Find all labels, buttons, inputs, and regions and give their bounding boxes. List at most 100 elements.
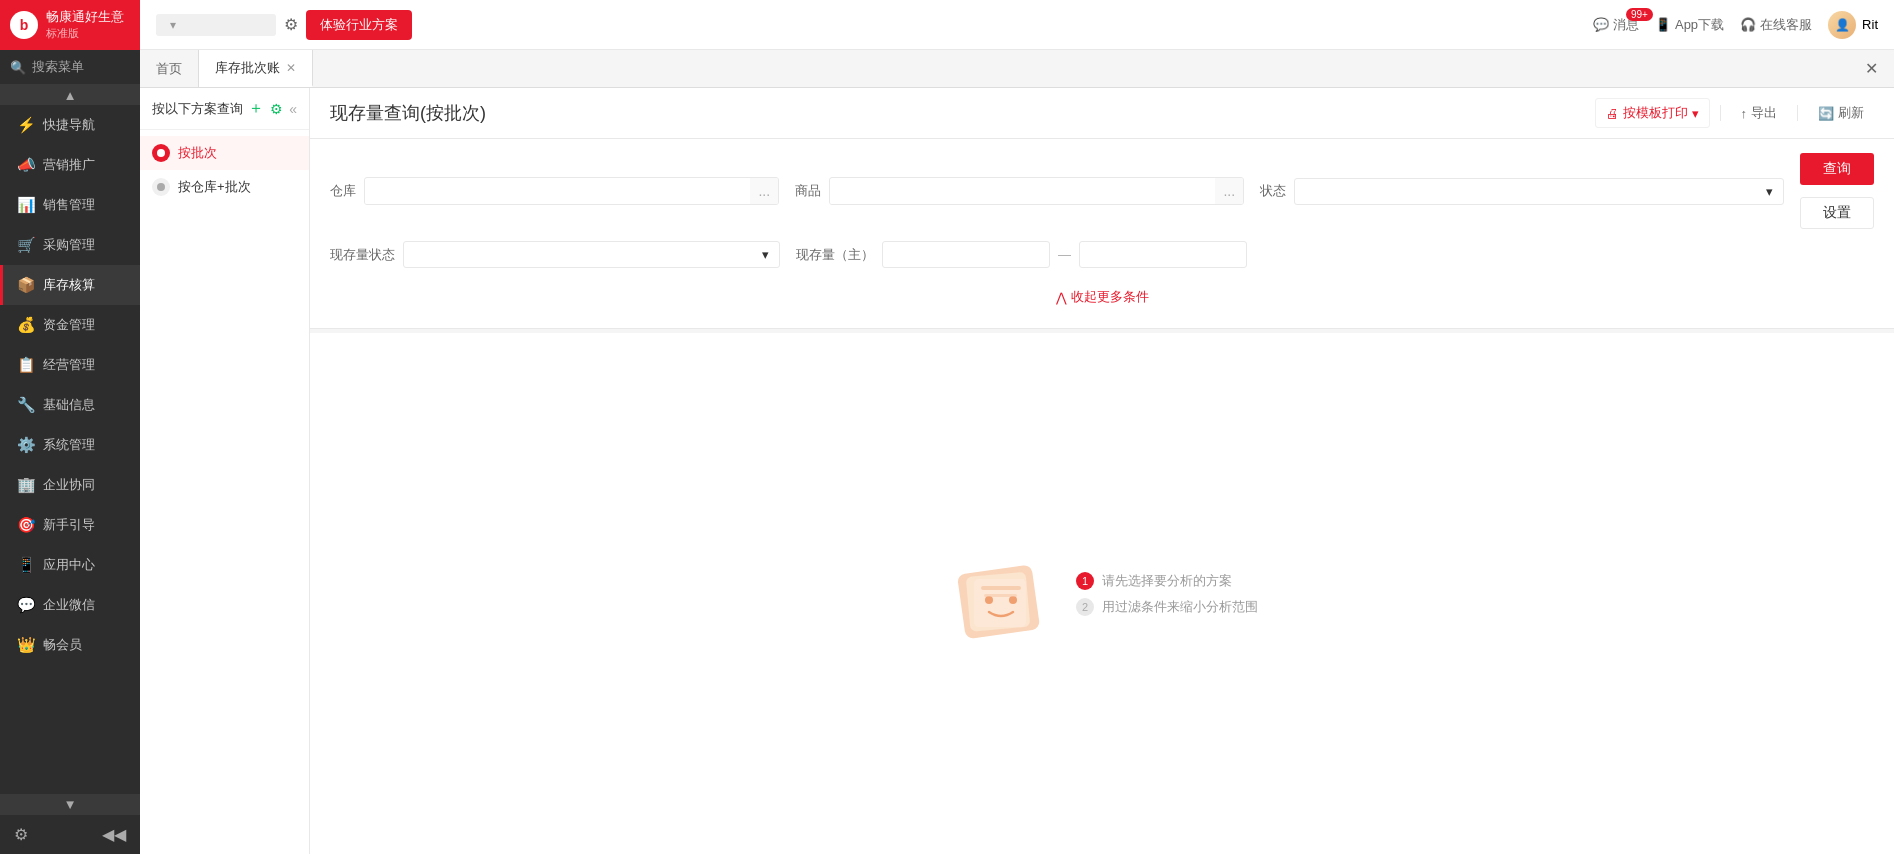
phone-icon: 📱 xyxy=(1655,17,1671,32)
sidebar-item-basic[interactable]: 🔧 基础信息 xyxy=(0,385,140,425)
search-icon: 🔍 xyxy=(10,60,26,75)
sidebar-header: b 畅康通好生意 标准版 xyxy=(0,0,140,50)
message-btn[interactable]: 💬 消息 99+ xyxy=(1593,16,1639,34)
inventory-qty-to[interactable] xyxy=(1079,241,1247,268)
filter-row-2: 现存量状态 ▾ 现存量（主） — xyxy=(330,241,1874,268)
svg-rect-7 xyxy=(981,586,1021,590)
scheme-active-indicator xyxy=(152,144,170,162)
app-logo: b xyxy=(10,11,38,39)
user-profile-btn[interactable]: 👤 Rit xyxy=(1828,11,1878,39)
hint-num-1: 1 xyxy=(1076,572,1094,590)
divider-1 xyxy=(1720,105,1721,121)
nav-icon-apps: 📱 xyxy=(17,556,35,574)
scheme-header-label: 按以下方案查询 xyxy=(152,100,243,118)
query-btn[interactable]: 查询 xyxy=(1800,153,1874,185)
scheme-collapse-btn[interactable]: « xyxy=(289,101,297,117)
breadcrumb[interactable]: ▾ xyxy=(156,14,276,36)
nav-icon-wechat: 💬 xyxy=(17,596,35,614)
sidebar-item-purchase[interactable]: 🛒 采购管理 xyxy=(0,225,140,265)
scroll-down-btn[interactable]: ▼ xyxy=(0,794,140,814)
hint-1: 1 请先选择要分析的方案 xyxy=(1076,572,1258,590)
sidebar-item-newbie[interactable]: 🎯 新手引导 xyxy=(0,505,140,545)
warehouse-input-wrapper: ... xyxy=(364,177,779,205)
inventory-status-select[interactable]: ▾ xyxy=(403,241,780,268)
close-all-tabs-btn[interactable]: ✕ xyxy=(1849,51,1894,86)
scroll-up-btn[interactable]: ▲ xyxy=(0,85,140,105)
sidebar-item-marketing[interactable]: 📣 营销推广 xyxy=(0,145,140,185)
trial-btn[interactable]: 体验行业方案 xyxy=(306,10,412,40)
online-service-btn[interactable]: 🎧 在线客服 xyxy=(1740,16,1812,34)
username-label: Rit xyxy=(1862,17,1878,32)
topbar-gear-icon[interactable]: ⚙ xyxy=(284,15,298,34)
app-download-btn[interactable]: 📱 App下载 xyxy=(1655,16,1724,34)
inventory-status-field: 现存量状态 ▾ xyxy=(330,241,780,268)
product-input-wrapper: ... xyxy=(829,177,1244,205)
app-subtitle: 标准版 xyxy=(46,26,124,41)
print-btn[interactable]: 🖨 按模板打印 ▾ xyxy=(1595,98,1710,128)
query-page-actions: 🖨 按模板打印 ▾ ↑ 导出 🔄 刷新 xyxy=(1595,98,1875,128)
product-label: 商品 xyxy=(795,182,821,200)
warehouse-field: 仓库 ... xyxy=(330,177,779,205)
nav-icon-purchase: 🛒 xyxy=(17,236,35,254)
sidebar: b 畅康通好生意 标准版 🔍 搜索菜单 ▲ ⚡ 快捷导航 📣 营销推广 📊 销售… xyxy=(0,0,140,854)
status-label: 状态 xyxy=(1260,182,1286,200)
sidebar-item-operation[interactable]: 📋 经营管理 xyxy=(0,345,140,385)
refresh-btn[interactable]: 🔄 刷新 xyxy=(1808,99,1874,127)
nav-icon-quick: ⚡ xyxy=(17,116,35,134)
sidebar-item-quick[interactable]: ⚡ 快捷导航 xyxy=(0,105,140,145)
settings-btn[interactable]: 设置 xyxy=(1800,197,1874,229)
sidebar-item-member[interactable]: 👑 畅会员 xyxy=(0,625,140,665)
nav-icon-inventory: 📦 xyxy=(17,276,35,294)
tab-close-inventory-batch[interactable]: ✕ xyxy=(286,62,296,74)
nav-icon-member: 👑 xyxy=(17,636,35,654)
print-dropdown-icon[interactable]: ▾ xyxy=(1692,106,1699,121)
sidebar-item-system[interactable]: ⚙️ 系统管理 xyxy=(0,425,140,465)
sidebar-item-finance[interactable]: 💰 资金管理 xyxy=(0,305,140,345)
export-btn[interactable]: ↑ 导出 xyxy=(1731,99,1788,127)
filter-row-1: 仓库 ... 商品 ... xyxy=(330,153,1874,229)
refresh-icon: 🔄 xyxy=(1818,106,1834,121)
inventory-status-dropdown-icon: ▾ xyxy=(762,247,769,262)
collapse-sidebar-icon[interactable]: ◀◀ xyxy=(102,825,126,844)
search-menu[interactable]: 🔍 搜索菜单 xyxy=(0,50,140,85)
tab-home[interactable]: 首页 xyxy=(140,50,199,87)
scheme-item-batch[interactable]: 按批次 xyxy=(140,136,309,170)
warehouse-input[interactable] xyxy=(365,179,750,204)
scheme-actions: ＋ ⚙ « xyxy=(248,98,297,119)
status-select[interactable]: ▾ xyxy=(1294,178,1784,205)
sidebar-footer: ⚙ ◀◀ xyxy=(0,814,140,854)
message-icon: 💬 xyxy=(1593,17,1609,32)
breadcrumb-dropdown-icon[interactable]: ▾ xyxy=(170,18,176,32)
collapse-up-icon: ⋀ xyxy=(1056,290,1067,305)
inventory-qty-from[interactable] xyxy=(882,241,1050,268)
topbar: ▾ ⚙ 体验行业方案 💬 消息 99+ 📱 App下载 🎧 在线客服 👤 xyxy=(140,0,1894,50)
app-title: 畅康通好生意 xyxy=(46,9,124,26)
sidebar-item-wechat[interactable]: 💬 企业微信 xyxy=(0,585,140,625)
status-field: 状态 ▾ xyxy=(1260,178,1784,205)
avatar: 👤 xyxy=(1828,11,1856,39)
main-area: ▾ ⚙ 体验行业方案 💬 消息 99+ 📱 App下载 🎧 在线客服 👤 xyxy=(140,0,1894,854)
svg-point-1 xyxy=(157,183,165,191)
warehouse-label: 仓库 xyxy=(330,182,356,200)
sidebar-item-apps[interactable]: 📱 应用中心 xyxy=(0,545,140,585)
scheme-inactive-indicator xyxy=(152,178,170,196)
sidebar-item-enterprise[interactable]: 🏢 企业协同 xyxy=(0,465,140,505)
sidebar-item-inventory[interactable]: 📦 库存核算 xyxy=(0,265,140,305)
tab-inventory-batch[interactable]: 库存批次账 ✕ xyxy=(199,50,313,87)
empty-illustration xyxy=(946,544,1046,644)
page-title: 现存量查询(按批次) xyxy=(330,101,486,125)
scheme-gear-btn[interactable]: ⚙ xyxy=(270,101,283,117)
nav-icon-sales: 📊 xyxy=(17,196,35,214)
product-more-btn[interactable]: ... xyxy=(1215,178,1243,204)
scheme-add-btn[interactable]: ＋ xyxy=(248,98,264,119)
product-input[interactable] xyxy=(830,179,1215,204)
nav-icon-basic: 🔧 xyxy=(17,396,35,414)
warehouse-more-btn[interactable]: ... xyxy=(750,178,778,204)
hint-text-1: 请先选择要分析的方案 xyxy=(1102,572,1232,590)
product-field: 商品 ... xyxy=(795,177,1244,205)
sidebar-item-sales[interactable]: 📊 销售管理 xyxy=(0,185,140,225)
collapse-filter-btn[interactable]: ⋀ 收起更多条件 xyxy=(330,280,1874,314)
filter-area: 仓库 ... 商品 ... xyxy=(310,139,1894,329)
scheme-item-warehouse-batch[interactable]: 按仓库+批次 xyxy=(140,170,309,204)
settings-icon[interactable]: ⚙ xyxy=(14,825,28,844)
